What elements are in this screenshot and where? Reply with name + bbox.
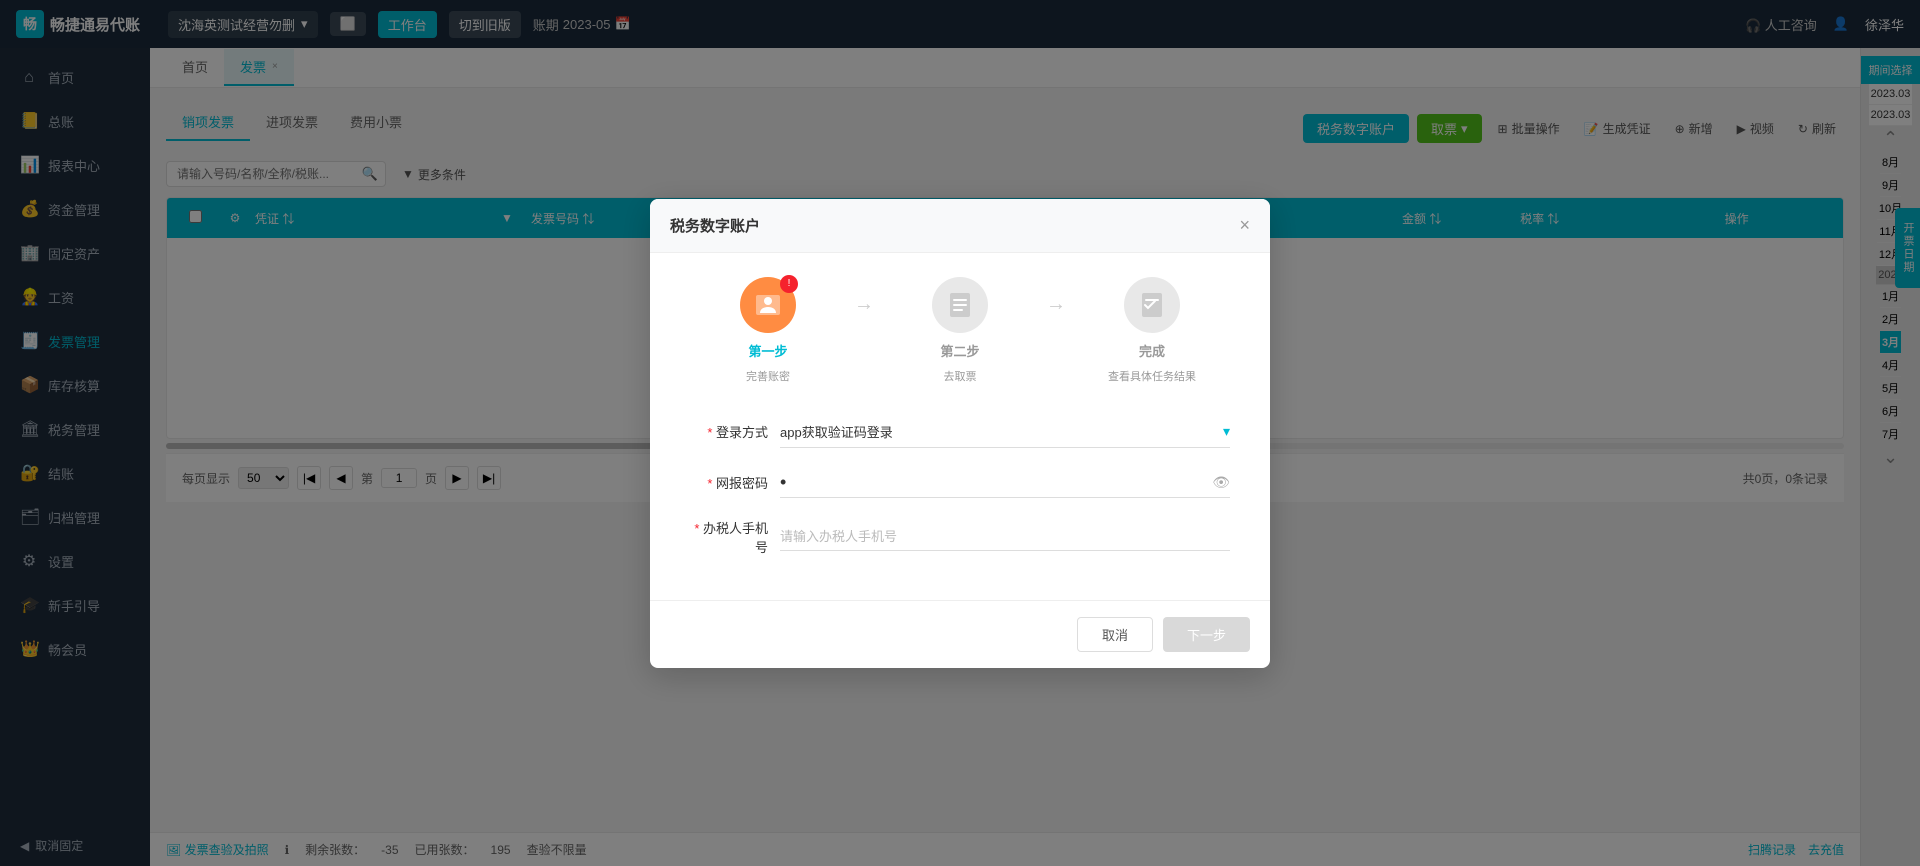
step-3-desc: 查看具体任务结果 <box>1108 368 1196 384</box>
modal-footer: 取消 下一步 <box>650 600 1270 668</box>
step-1-title: 第一步 <box>748 341 787 360</box>
tax-account-modal: 税务数字账户 × ! 第一步 完善账密 <box>650 199 1270 668</box>
cancel-button[interactable]: 取消 <box>1077 617 1153 652</box>
step-1-badge: ! <box>780 275 798 293</box>
login-method-select[interactable]: app获取验证码登录 ▾ <box>780 416 1230 448</box>
phone-label: * 办税人手机号 <box>690 518 780 556</box>
step-3-title: 完成 <box>1139 341 1165 360</box>
modal-close-icon[interactable]: × <box>1239 215 1250 236</box>
step-1: ! 第一步 完善账密 <box>690 277 846 384</box>
modal-body: ! 第一步 完善账密 → <box>650 253 1270 600</box>
step-2-desc: 去取票 <box>944 368 977 384</box>
modal-header: 税务数字账户 × <box>650 199 1270 253</box>
steps: ! 第一步 完善账密 → <box>690 277 1230 384</box>
password-field-wrap: 👁 <box>780 468 1230 498</box>
password-row: * 网报密码 👁 <box>690 468 1230 498</box>
step-3: 完成 查看具体任务结果 <box>1074 277 1230 384</box>
eye-icon[interactable]: 👁 <box>1212 474 1230 491</box>
login-method-value: app获取验证码登录 <box>780 422 893 441</box>
login-method-label: * 登录方式 <box>690 422 780 441</box>
step-3-icon <box>1124 277 1180 333</box>
step-1-desc: 完善账密 <box>746 368 790 384</box>
next-button[interactable]: 下一步 <box>1163 617 1250 652</box>
modal-title: 税务数字账户 <box>670 215 760 236</box>
password-label: * 网报密码 <box>690 473 780 492</box>
modal-overlay: 税务数字账户 × ! 第一步 完善账密 <box>0 0 1920 866</box>
login-method-chevron-icon: ▾ <box>1223 423 1230 440</box>
phone-row: * 办税人手机号 <box>690 518 1230 556</box>
password-input[interactable] <box>780 472 1212 493</box>
step-2: 第二步 去取票 <box>882 277 1038 384</box>
step-2-title: 第二步 <box>940 341 979 360</box>
step-arrow-1: → <box>846 293 882 316</box>
step-arrow-2: → <box>1038 293 1074 316</box>
login-method-row: * 登录方式 app获取验证码登录 ▾ <box>690 416 1230 448</box>
step-2-icon <box>932 277 988 333</box>
step-1-icon: ! <box>740 277 796 333</box>
phone-input[interactable] <box>780 523 1230 551</box>
